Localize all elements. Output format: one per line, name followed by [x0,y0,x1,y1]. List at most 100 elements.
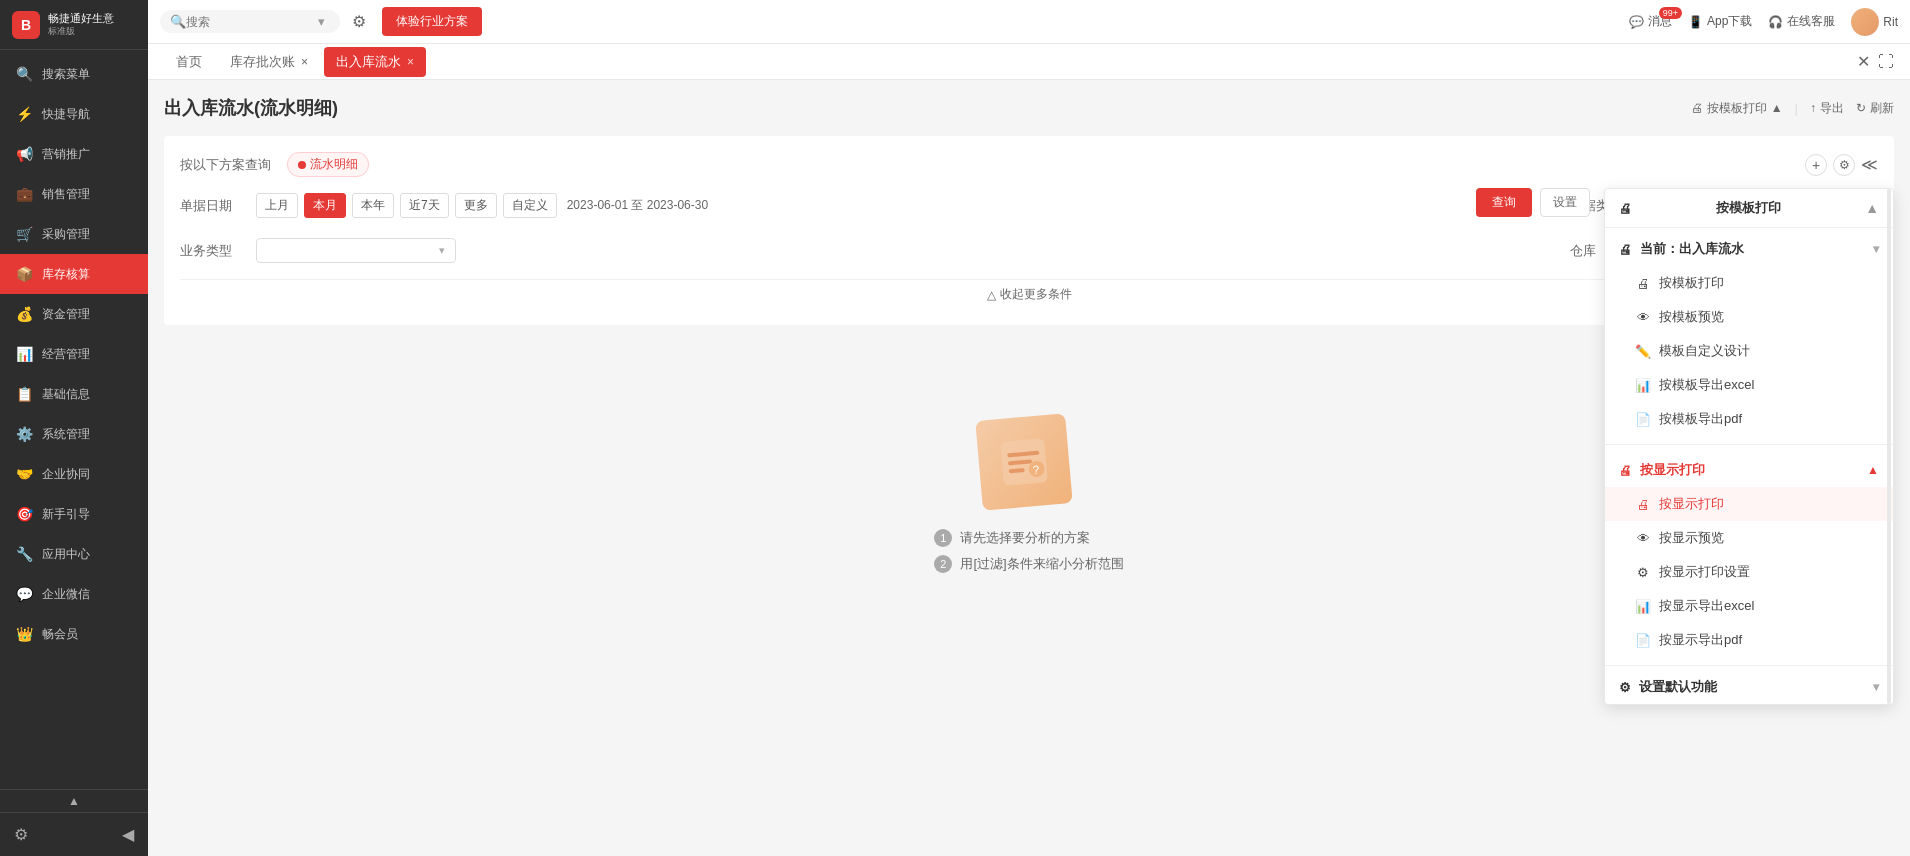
empty-hints: 1 请先选择要分析的方案 2 用[过滤]条件来缩小分析范围 [934,529,1123,573]
page-tab-actions: ✕ ⛶ [1857,52,1894,71]
sidebar-item-cooperation[interactable]: 🤝 企业协同 [0,454,148,494]
marketing-icon: 📢 [14,144,34,164]
biz-type-select[interactable]: ▾ [256,238,456,263]
dropdown-header-actions: ▲ [1865,200,1879,216]
date-btn-last-month[interactable]: 上月 [256,193,298,218]
sidebar-item-operations[interactable]: 📊 经营管理 [0,334,148,374]
dropdown-template-pdf[interactable]: 📄 按模板导出pdf [1605,402,1893,436]
date-btn-more[interactable]: 更多 [455,193,497,218]
collapse-label: 收起更多条件 [1000,286,1072,303]
sidebar-item-system[interactable]: ⚙️ 系统管理 [0,414,148,454]
sidebar-nav: 🔍 搜索菜单 ⚡ 快捷导航 📢 营销推广 💼 销售管理 🛒 采购管理 📦 库存核… [0,50,148,789]
page-title: 出入库流水(流水明细) [164,96,338,120]
dropdown-template-custom[interactable]: ✏️ 模板自定义设计 [1605,334,1893,368]
sidebar-item-vip-label: 畅会员 [42,626,78,643]
tab-flow[interactable]: 出入库流水 × [324,47,426,77]
search-chevron-icon[interactable]: ▾ [318,14,325,29]
filter-tag-label: 流水明细 [310,156,358,173]
topbar-gear-icon[interactable]: ⚙ [352,12,366,31]
hint-text-1: 请先选择要分析的方案 [960,529,1090,547]
sidebar-item-purchase[interactable]: 🛒 采购管理 [0,214,148,254]
tab-home[interactable]: 首页 [164,47,214,77]
sidebar-scroll-up[interactable]: ▲ [68,794,80,808]
tab-close-all-btn[interactable]: ✕ [1857,52,1870,71]
filter-collapse-btn[interactable]: ≪ [1861,155,1878,174]
dropdown-template-preview[interactable]: 👁 按模板预览 [1605,300,1893,334]
date-btn-custom[interactable]: 自定义 [503,193,557,218]
template-pdf-label: 按模板导出pdf [1659,410,1742,428]
dropdown-scrollbar[interactable] [1887,189,1891,704]
tab-expand-btn[interactable]: ⛶ [1878,53,1894,71]
date-btn-7days[interactable]: 近7天 [400,193,449,218]
export-btn[interactable]: ↑ 导出 [1810,100,1844,117]
dropdown-display-print[interactable]: 🖨 按显示打印 [1605,487,1893,521]
online-service-btn[interactable]: 🎧 在线客服 [1768,13,1835,30]
topbar-search-box[interactable]: 🔍 ▾ [160,10,340,33]
dropdown-header-label: 按模板打印 [1716,199,1781,217]
sidebar-item-search-label: 搜索菜单 [42,66,90,83]
sidebar-item-finance[interactable]: 💰 资金管理 [0,294,148,334]
sidebar-logo: B 畅捷通好生意 标准版 [0,0,148,50]
biz-type-chevron: ▾ [439,244,445,257]
print-template-label: 按模板打印 [1707,100,1767,117]
sidebar-item-search[interactable]: 🔍 搜索菜单 [0,54,148,94]
sidebar-item-quick-nav[interactable]: ⚡ 快捷导航 [0,94,148,134]
print-icon: 🖨 [1691,101,1703,115]
user-avatar-btn[interactable]: Rit [1851,8,1898,36]
sidebar-item-inventory[interactable]: 📦 库存核算 [0,254,148,294]
dropdown-display-settings[interactable]: ⚙ 按显示打印设置 [1605,555,1893,589]
filter-add-btn[interactable]: + [1805,154,1827,176]
dropdown-template-print[interactable]: 🖨 按模板打印 [1605,266,1893,300]
tab-flow-close[interactable]: × [407,55,414,69]
message-btn[interactable]: 💬 消息 99+ [1629,13,1672,30]
page-header: 出入库流水(流水明细) 🖨 按模板打印 ▲ | ↑ 导出 ↻ 刷新 [164,96,1894,120]
date-filter-label: 单据日期 [180,197,240,215]
tab-batch-account[interactable]: 库存批次账 × [218,47,320,77]
app-download-btn[interactable]: 📱 App下载 [1688,13,1752,30]
dropdown-default-label: 设置默认功能 [1639,678,1717,696]
page-tabs: 首页 库存批次账 × 出入库流水 × ✕ ⛶ [148,44,1910,80]
sidebar-item-basic-info[interactable]: 📋 基础信息 [0,374,148,414]
topbar-search-icon: 🔍 [170,14,186,29]
search-nav-icon: 🔍 [14,64,34,84]
dropdown-display-preview[interactable]: 👁 按显示预览 [1605,521,1893,555]
sidebar-item-app-center[interactable]: 🔧 应用中心 [0,534,148,574]
print-template-btn[interactable]: 🖨 按模板打印 ▲ [1691,100,1783,117]
sidebar-item-sales[interactable]: 💼 销售管理 [0,174,148,214]
query-button[interactable]: 查询 [1476,188,1532,217]
trial-button[interactable]: 体验行业方案 [382,7,482,36]
tab-flow-label: 出入库流水 [336,53,401,71]
settings-button[interactable]: 设置 [1540,188,1590,217]
dropdown-display-title[interactable]: 🖨 按显示打印 ▲ [1605,453,1893,487]
dropdown-display-excel[interactable]: 📊 按显示导出excel [1605,589,1893,623]
tab-batch-account-close[interactable]: × [301,55,308,69]
collapse-up-icon: △ [987,288,996,302]
sidebar-item-weixin[interactable]: 💬 企业微信 [0,574,148,614]
hint-num-1: 1 [934,529,952,547]
dropdown-display-pdf[interactable]: 📄 按显示导出pdf [1605,623,1893,657]
filter-tag-dot [298,161,306,169]
sidebar-item-guide[interactable]: 🎯 新手引导 [0,494,148,534]
dropdown-scroll-up-btn[interactable]: ▲ [1865,200,1879,216]
date-btn-this-month[interactable]: 本月 [304,193,346,218]
active-filter-tag[interactable]: 流水明细 [287,152,369,177]
filter-setting-btn[interactable]: ⚙ [1833,154,1855,176]
export-label: 导出 [1820,100,1844,117]
refresh-btn[interactable]: ↻ 刷新 [1856,100,1894,117]
dropdown-current-title[interactable]: 🖨 当前：出入库流水 ▾ [1605,232,1893,266]
sidebar-item-marketing[interactable]: 📢 营销推广 [0,134,148,174]
dropdown-default-function[interactable]: ⚙ 设置默认功能 ▾ [1605,670,1893,704]
search-input[interactable] [186,15,316,29]
settings-footer-icon[interactable]: ⚙ [14,825,28,844]
collapse-sidebar-btn[interactable]: ◀ [122,825,134,844]
display-settings-icon: ⚙ [1635,564,1651,580]
sidebar-item-basicinfo-label: 基础信息 [42,386,90,403]
dropdown-template-excel[interactable]: 📊 按模板导出excel [1605,368,1893,402]
date-btn-this-year[interactable]: 本年 [352,193,394,218]
display-print-label: 按显示打印 [1659,495,1724,513]
sidebar-item-guide-label: 新手引导 [42,506,90,523]
sidebar-item-weixin-label: 企业微信 [42,586,90,603]
sidebar-item-vip[interactable]: 👑 畅会员 [0,614,148,654]
template-excel-label: 按模板导出excel [1659,376,1754,394]
hint-text-2: 用[过滤]条件来缩小分析范围 [960,555,1123,573]
